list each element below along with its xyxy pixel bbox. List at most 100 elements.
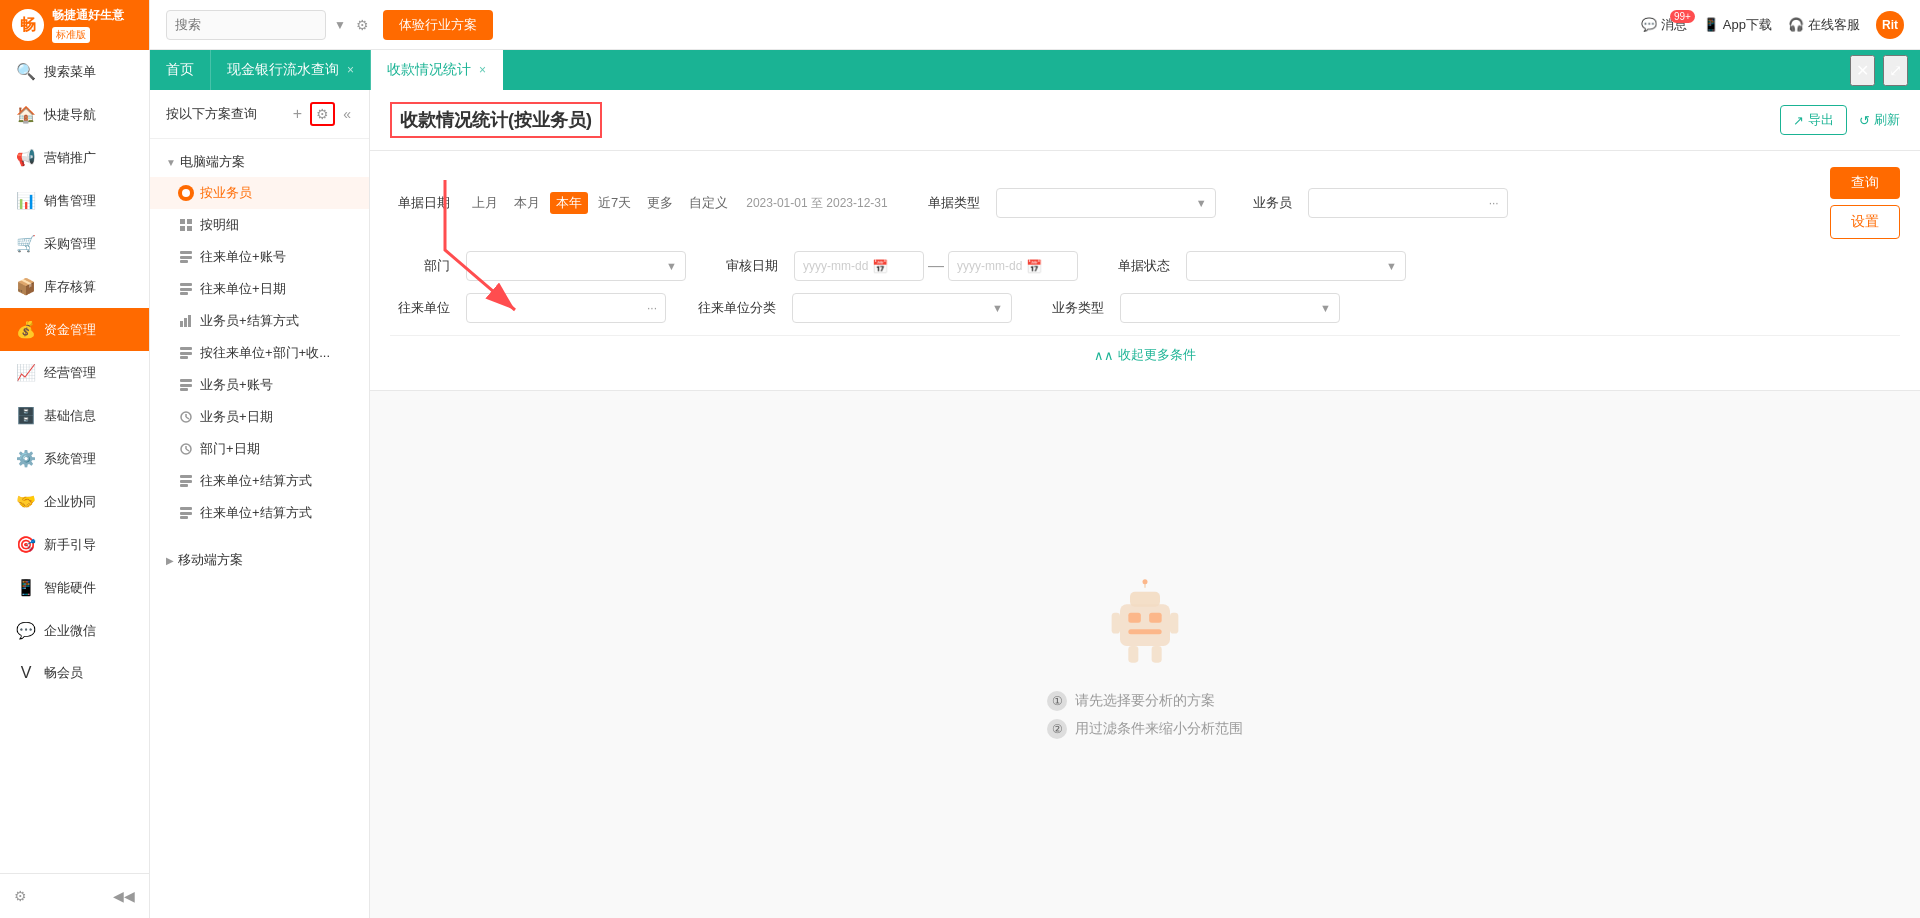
svg-rect-40 [1130, 591, 1160, 606]
date-tab-custom[interactable]: 自定义 [683, 192, 734, 214]
empty-tip-2: ② 用过滤条件来缩小分析范围 [1047, 719, 1243, 739]
scheme-item-salesperson-date[interactable]: 业务员+日期 [150, 401, 369, 433]
topbar-settings-btn[interactable]: ⚙ [354, 15, 371, 35]
panel-collapse-btn[interactable]: « [341, 104, 353, 124]
sidebar-item-search[interactable]: 🔍 搜索菜单 [0, 50, 149, 93]
mobile-scheme-title[interactable]: ▶ 移动端方案 [150, 545, 369, 575]
scheme-item-by-unit-account[interactable]: 往来单位+账号 [150, 241, 369, 273]
scheme-item-salesperson-payment[interactable]: 业务员+结算方式 [150, 305, 369, 337]
date-tab-this-year[interactable]: 本年 [550, 192, 588, 214]
topbar-left: ▼ ⚙ [166, 10, 371, 40]
business-type-arrow-icon: ▼ [1320, 302, 1331, 314]
dropdown-arrow-icon[interactable]: ▼ [334, 18, 346, 32]
sidebar-item-basic[interactable]: 🗄️ 基础信息 [0, 394, 149, 437]
tab-close-window-btn[interactable]: ✕ [1850, 55, 1875, 86]
date-tab-this-month[interactable]: 本月 [508, 192, 546, 214]
svg-rect-32 [1120, 604, 1170, 646]
svg-rect-4 [187, 226, 192, 231]
user-avatar[interactable]: Rit [1876, 11, 1904, 39]
sidebar-settings-btn[interactable]: ⚙ [12, 886, 29, 906]
system-icon: ⚙️ [16, 449, 36, 468]
svg-rect-2 [187, 219, 192, 224]
scheme-item-unit-payment1[interactable]: 往来单位+结算方式 [150, 465, 369, 497]
scheme-item-dept-date[interactable]: 部门+日期 [150, 433, 369, 465]
refresh-btn[interactable]: ↺ 刷新 [1859, 111, 1900, 129]
chart-icon [178, 313, 194, 329]
svg-rect-36 [1112, 612, 1120, 633]
tab-home[interactable]: 首页 [150, 50, 211, 90]
sidebar-item-quicknav[interactable]: 🏠 快捷导航 [0, 93, 149, 136]
audit-start-placeholder: yyyy-mm-dd [803, 259, 868, 273]
topbar-message[interactable]: 💬 消息 99+ [1641, 16, 1687, 34]
sidebar-item-marketing[interactable]: 📢 营销推广 [0, 136, 149, 179]
tab-bank-flow-close[interactable]: × [347, 63, 354, 77]
partner-category-select[interactable]: ▼ [792, 293, 1012, 323]
topbar-online-service[interactable]: 🎧 在线客服 [1788, 16, 1860, 34]
sidebar-item-enterprise[interactable]: 🤝 企业协同 [0, 480, 149, 523]
bill-status-label: 单据状态 [1110, 257, 1170, 275]
scheme-settings-btn[interactable]: ⚙ [310, 102, 335, 126]
dept-select[interactable]: ▼ [466, 251, 686, 281]
date-tab-7days[interactable]: 近7天 [592, 192, 637, 214]
scheme-item-by-unit-date[interactable]: 往来单位+日期 [150, 273, 369, 305]
export-btn[interactable]: ↗ 导出 [1780, 105, 1847, 135]
business-type-select[interactable]: ▼ [1120, 293, 1340, 323]
tab-collection-stats[interactable]: 收款情况统计 × [371, 50, 503, 90]
set-btn[interactable]: 设置 [1830, 205, 1900, 239]
sidebar-item-sales[interactable]: 📊 销售管理 [0, 179, 149, 222]
empty-state: ① 请先选择要分析的方案 ② 用过滤条件来缩小分析范围 [370, 391, 1920, 918]
dept-label: 部门 [390, 257, 450, 275]
collapse-label: 收起更多条件 [1118, 346, 1196, 364]
desktop-scheme-title[interactable]: ▼ 电脑端方案 [150, 147, 369, 177]
bill-type-select[interactable]: ▼ [996, 188, 1216, 218]
scheme-item-unit-payment2[interactable]: 往来单位+结算方式 [150, 497, 369, 529]
tab-collection-stats-close[interactable]: × [479, 63, 486, 77]
query-btn[interactable]: 查询 [1830, 167, 1900, 199]
vip-icon: V [16, 664, 36, 682]
sidebar-item-system[interactable]: ⚙️ 系统管理 [0, 437, 149, 480]
sidebar-item-operations[interactable]: 📈 经营管理 [0, 351, 149, 394]
bill-type-label: 单据类型 [920, 194, 980, 212]
tab-bank-flow-label: 现金银行流水查询 [227, 61, 339, 79]
audit-date-label: 审核日期 [718, 257, 778, 275]
tab-maximize-btn[interactable]: ⤢ [1883, 55, 1908, 86]
scheme-label-dept-date: 部门+日期 [200, 440, 260, 458]
topbar-app-download[interactable]: 📱 App下载 [1703, 16, 1772, 34]
salesperson-select[interactable]: ··· [1308, 188, 1508, 218]
sidebar-label-search: 搜索菜单 [44, 63, 96, 81]
sidebar-item-guide[interactable]: 🎯 新手引导 [0, 523, 149, 566]
scheme-item-salesperson-account[interactable]: 业务员+账号 [150, 369, 369, 401]
sidebar-label-enterprise: 企业协同 [44, 493, 96, 511]
audit-date-start[interactable]: yyyy-mm-dd 📅 [794, 251, 924, 281]
sidebar-item-finance[interactable]: 💰 资金管理 [0, 308, 149, 351]
add-scheme-btn[interactable]: + [291, 103, 304, 125]
bill-status-select[interactable]: ▼ [1186, 251, 1406, 281]
refresh-icon: ↺ [1859, 113, 1870, 128]
svg-rect-39 [1152, 646, 1162, 663]
date-tab-last-month[interactable]: 上月 [466, 192, 504, 214]
partner-select[interactable]: ··· [466, 293, 666, 323]
mobile-scheme-label: 移动端方案 [178, 551, 243, 569]
scheme-item-unit-dept-collection[interactable]: 按往来单位+部门+收... [150, 337, 369, 369]
date-tabs: 上月 本月 本年 近7天 更多 自定义 [466, 192, 734, 214]
sidebar-item-hardware[interactable]: 📱 智能硬件 [0, 566, 149, 609]
grid-icon-5 [178, 377, 194, 393]
tab-bank-flow[interactable]: 现金银行流水查询 × [211, 50, 371, 90]
sidebar-item-vip[interactable]: V 畅会员 [0, 652, 149, 694]
scheme-item-by-detail[interactable]: 按明细 [150, 209, 369, 241]
sidebar-item-inventory[interactable]: 📦 库存核算 [0, 265, 149, 308]
date-tab-more[interactable]: 更多 [641, 192, 679, 214]
sidebar-item-wechat[interactable]: 💬 企业微信 [0, 609, 149, 652]
audit-date-end[interactable]: yyyy-mm-dd 📅 [948, 251, 1078, 281]
svg-rect-35 [1128, 629, 1161, 634]
trial-btn[interactable]: 体验行业方案 [383, 10, 493, 40]
scheme-item-by-salesperson[interactable]: 按业务员 [150, 177, 369, 209]
sidebar-collapse-btn[interactable]: ◀◀ [111, 886, 137, 906]
topbar-search-input[interactable] [166, 10, 326, 40]
collapse-filter-btn[interactable]: ∧∧ 收起更多条件 [390, 335, 1900, 374]
sidebar-label-inventory: 库存核算 [44, 278, 96, 296]
enterprise-icon: 🤝 [16, 492, 36, 511]
operations-icon: 📈 [16, 363, 36, 382]
svg-line-22 [186, 417, 189, 419]
sidebar-item-purchase[interactable]: 🛒 采购管理 [0, 222, 149, 265]
